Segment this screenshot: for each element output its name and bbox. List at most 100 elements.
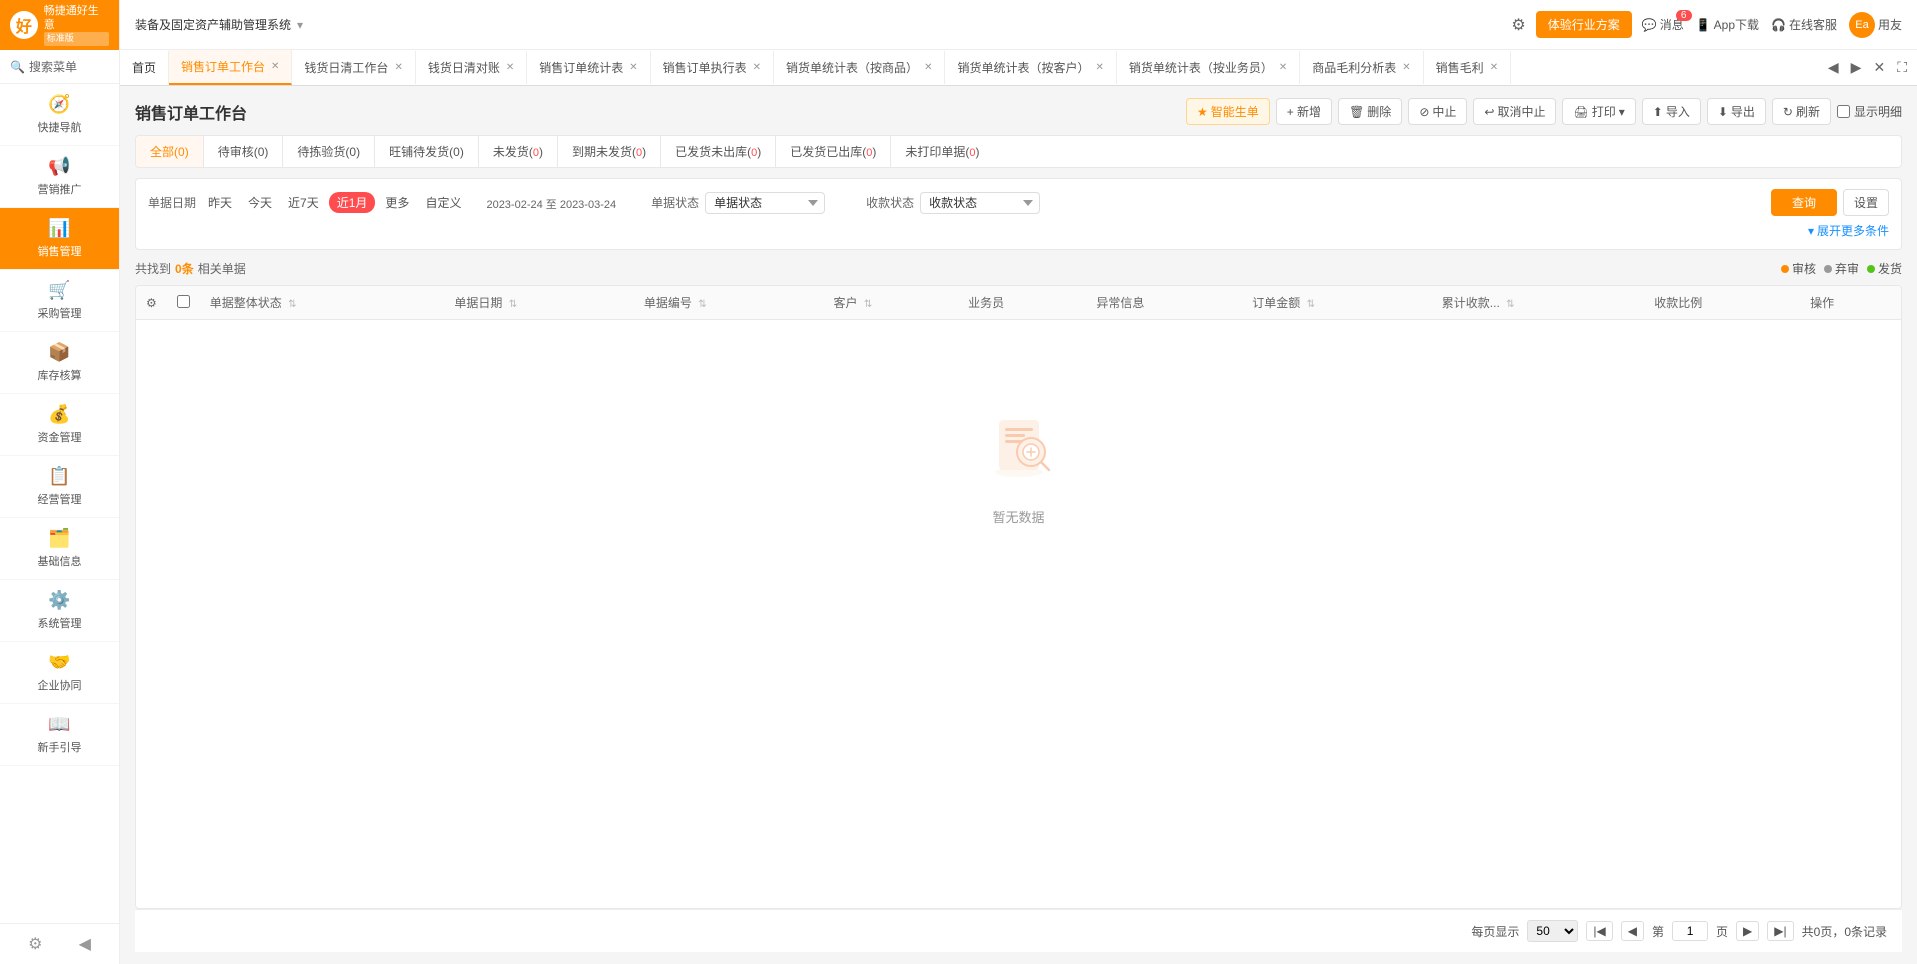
sidebar-item-finance[interactable]: 💰 资金管理 <box>0 394 119 456</box>
date-btn-custom[interactable]: 自定义 <box>419 192 467 213</box>
filter-tab-not-printed[interactable]: 未打印单据(0) <box>891 136 993 167</box>
review-result-btn[interactable]: 审核 <box>1781 260 1816 277</box>
col-status[interactable]: 单据整体状态 ⇅ <box>200 286 445 320</box>
app-download-action[interactable]: 📱 App下载 <box>1696 16 1759 33</box>
sidebar-item-purchase[interactable]: 🛒 采购管理 <box>0 270 119 332</box>
settings-bottom-icon[interactable]: ⚙ <box>28 934 42 954</box>
per-page-select[interactable]: 50 10 20 100 <box>1527 920 1578 942</box>
tab-sales-workbench[interactable]: 销售订单工作台 ✕ <box>169 50 292 85</box>
sidebar-item-enterprise[interactable]: 🤝 企业协同 <box>0 642 119 704</box>
date-btn-1month[interactable]: 近1月 <box>329 192 376 213</box>
show-detail-checkbox[interactable]: 显示明细 <box>1837 103 1902 120</box>
tab-close-all-icon[interactable]: ✕ <box>1869 57 1889 78</box>
date-options: 昨天 今天 近7天 近1月 更多 自定义 <box>202 192 467 213</box>
filter-tab-overdue[interactable]: 到期未发货(0) <box>558 136 661 167</box>
export-button[interactable]: ⬇ 导出 <box>1707 98 1766 125</box>
sidebar-item-quick-nav[interactable]: 🧭 快捷导航 <box>0 84 119 146</box>
expand-more-btn[interactable]: ▾ 展开更多条件 <box>1808 222 1889 239</box>
tab-sales-summary-staff[interactable]: 销货单统计表（按业务员） ✕ <box>1117 51 1300 84</box>
tab-cash-daily[interactable]: 钱货日清工作台 ✕ <box>292 51 415 84</box>
date-btn-yesterday[interactable]: 昨天 <box>202 192 238 213</box>
sidebar-item-sales[interactable]: 📊 销售管理 <box>0 208 119 270</box>
tab-prev-icon[interactable]: ◀ <box>1824 57 1843 78</box>
tab-close-icon[interactable]: ✕ <box>1402 62 1410 73</box>
filter-tab-all[interactable]: 全部(0) <box>136 136 204 167</box>
sidebar-item-operations[interactable]: 📋 经营管理 <box>0 456 119 518</box>
suspend-button[interactable]: ⊘ 中止 <box>1408 98 1467 125</box>
payment-select[interactable]: 收款状态 <box>920 192 1040 214</box>
tab-sales-profit[interactable]: 销售毛利 ✕ <box>1424 51 1511 84</box>
filter-tab-shipped-out[interactable]: 已发货已出库(0) <box>776 136 891 167</box>
print-button[interactable]: 🖨 打印 ▾ <box>1562 98 1635 125</box>
status-select[interactable]: 单据状态 <box>705 192 825 214</box>
tab-sales-stats[interactable]: 销售订单统计表 ✕ <box>527 51 650 84</box>
page-last-btn[interactable]: ▶| <box>1767 921 1793 941</box>
tab-close-icon[interactable]: ✕ <box>924 62 932 73</box>
new-button[interactable]: + 新增 <box>1276 98 1332 125</box>
col-number[interactable]: 单据编号 ⇅ <box>634 286 824 320</box>
message-action[interactable]: 💬 消息 6 <box>1642 16 1684 33</box>
page-input[interactable]: 1 <box>1672 921 1708 941</box>
tab-close-icon[interactable]: ✕ <box>394 62 402 73</box>
tab-sales-summary-product[interactable]: 销货单统计表（按商品） ✕ <box>774 51 945 84</box>
print-arrow-icon: ▾ <box>1619 105 1625 119</box>
col-settings[interactable]: ⚙ <box>136 286 167 320</box>
tab-maximize-icon[interactable]: ⛶ <box>1893 57 1911 78</box>
tab-cash-reconcile[interactable]: 钱货日清对账 ✕ <box>416 51 527 84</box>
refresh-button[interactable]: ↻ 刷新 <box>1772 98 1831 125</box>
page-prev-btn[interactable]: ◀ <box>1621 921 1644 941</box>
tab-home[interactable]: 首页 <box>120 51 169 84</box>
filter-tab-pending-review[interactable]: 待审核(0) <box>204 136 284 167</box>
page-next-btn[interactable]: ▶ <box>1736 921 1759 941</box>
cancel-suspend-button[interactable]: ↩ 取消中止 <box>1473 98 1556 125</box>
tab-close-icon[interactable]: ✕ <box>753 62 761 73</box>
sidebar-item-guide[interactable]: 📖 新手引导 <box>0 704 119 766</box>
smart-btn[interactable]: ★ 智能生单 <box>1186 98 1270 125</box>
col-abnormal[interactable]: 异常信息 <box>1086 286 1242 320</box>
query-button[interactable]: 查询 <box>1771 189 1837 216</box>
settings-filter-button[interactable]: 设置 <box>1843 189 1889 216</box>
user-action[interactable]: Ea 用友 <box>1849 12 1902 38</box>
sidebar-item-inventory[interactable]: 📦 库存核算 <box>0 332 119 394</box>
tab-sales-exec[interactable]: 销售订单执行表 ✕ <box>651 51 774 84</box>
sidebar-logo: 好 畅捷通好生意 标准版 <box>0 0 119 50</box>
date-btn-more[interactable]: 更多 <box>379 192 415 213</box>
tab-close-icon[interactable]: ✕ <box>1279 62 1287 73</box>
col-customer[interactable]: 客户 ⇅ <box>823 286 958 320</box>
topbar-settings-icon[interactable]: ⚙ <box>1511 15 1525 35</box>
sidebar-item-marketing[interactable]: 📢 营销推广 <box>0 146 119 208</box>
collapse-icon[interactable]: ◀ <box>79 934 91 954</box>
solution-button[interactable]: 体验行业方案 <box>1536 11 1632 38</box>
sidebar-search[interactable]: 🔍 搜索菜单 <box>0 50 119 84</box>
tab-close-icon[interactable]: ✕ <box>629 62 637 73</box>
tab-close-icon[interactable]: ✕ <box>1095 62 1103 73</box>
sidebar-item-system[interactable]: ⚙️ 系统管理 <box>0 580 119 642</box>
col-collected[interactable]: 累计收款... ⇅ <box>1432 286 1644 320</box>
online-service-action[interactable]: 🎧 在线客服 <box>1771 16 1837 33</box>
tab-sales-summary-customer[interactable]: 销货单统计表（按客户） ✕ <box>945 51 1116 84</box>
filter-tab-pending-inspect[interactable]: 待拣验货(0) <box>283 136 375 167</box>
select-all-checkbox[interactable] <box>177 295 190 308</box>
filter-tab-not-shipped[interactable]: 未发货(0) <box>479 136 558 167</box>
col-check[interactable] <box>167 286 200 320</box>
cancel-result-btn[interactable]: 弃审 <box>1824 260 1859 277</box>
col-staff[interactable]: 业务员 <box>958 286 1086 320</box>
filter-tab-shipped-not-out[interactable]: 已发货未出库(0) <box>661 136 776 167</box>
tab-close-icon[interactable]: ✕ <box>1490 62 1498 73</box>
tab-next-icon[interactable]: ▶ <box>1847 57 1866 78</box>
filter-tab-wangpu[interactable]: 旺铺待发货(0) <box>375 136 479 167</box>
page-first-btn[interactable]: |◀ <box>1586 921 1612 941</box>
date-btn-7days[interactable]: 近7天 <box>282 192 325 213</box>
col-amount[interactable]: 订单金额 ⇅ <box>1242 286 1432 320</box>
tab-close-icon[interactable]: ✕ <box>271 61 279 72</box>
delete-button[interactable]: 🗑 删除 <box>1338 98 1402 125</box>
tab-close-icon[interactable]: ✕ <box>506 62 514 73</box>
sidebar-item-label: 采购管理 <box>38 305 82 321</box>
show-detail-input[interactable] <box>1837 105 1850 118</box>
col-date[interactable]: 单据日期 ⇅ <box>444 286 634 320</box>
ship-result-btn[interactable]: 发货 <box>1867 260 1902 277</box>
tab-gross-profit[interactable]: 商品毛利分析表 ✕ <box>1300 51 1423 84</box>
sidebar-item-base-info[interactable]: 🗂️ 基础信息 <box>0 518 119 580</box>
import-button[interactable]: ⬆ 导入 <box>1642 98 1701 125</box>
date-btn-today[interactable]: 今天 <box>242 192 278 213</box>
